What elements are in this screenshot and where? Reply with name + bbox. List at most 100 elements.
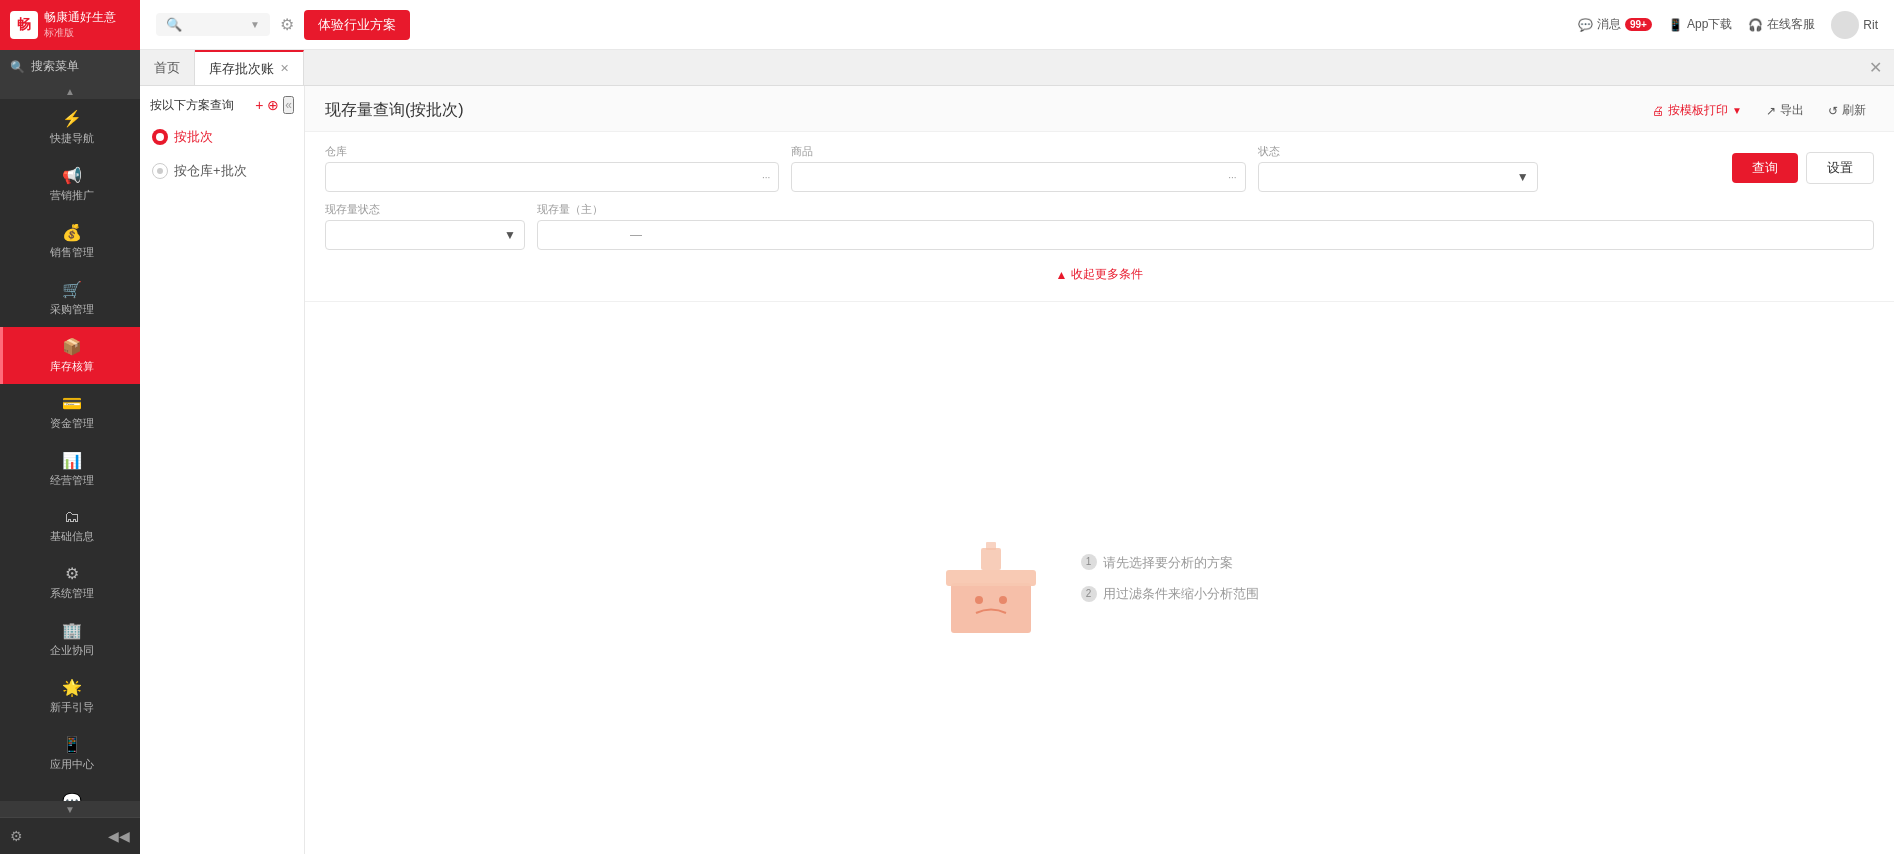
topbar-right: 💬 消息 99+ 📱 App下载 🎧 在线客服 Rit: [1578, 11, 1878, 39]
svg-rect-4: [981, 548, 1001, 570]
sidebar-item-quick-nav[interactable]: ⚡ 快捷导航: [0, 99, 140, 156]
stock-qty-range: —: [537, 220, 1874, 250]
sidebar-item-newguide[interactable]: 🌟 新手引导: [0, 668, 140, 725]
appcenter-icon: 📱: [62, 735, 82, 754]
user-name: Rit: [1863, 18, 1878, 32]
product-more-icon: ···: [1228, 172, 1236, 183]
product-input[interactable]: ···: [791, 162, 1245, 192]
scroll-down-button[interactable]: ▼: [0, 801, 140, 817]
sidebar-item-basic[interactable]: 🗂 基础信息: [0, 498, 140, 554]
collapse-sidebar-icon[interactable]: ◀◀: [108, 828, 130, 844]
message-label: 消息: [1597, 16, 1621, 33]
print-label: 按模板打印: [1668, 102, 1728, 119]
filter-row-2: 现存量状态 ▼ 现存量（主） —: [325, 202, 1874, 250]
basic-label: 基础信息: [50, 529, 94, 544]
tabbar: 首页 库存批次账 ✕ ✕: [140, 50, 1894, 86]
status-select[interactable]: ▼: [1258, 162, 1538, 192]
enterprise-label: 企业协同: [50, 643, 94, 658]
topbar-app-download[interactable]: 📱 App下载: [1668, 16, 1732, 33]
close-panel-button[interactable]: ✕: [1857, 58, 1894, 77]
quick-nav-icon: ⚡: [62, 109, 82, 128]
refresh-button[interactable]: ↺ 刷新: [1820, 98, 1874, 123]
svg-rect-0: [951, 583, 1031, 633]
right-panel: 现存量查询(按批次) 🖨 按模板打印 ▼ ↗ 导出 ↺ 刷新: [305, 86, 1894, 854]
empty-tip-2: 2 用过滤条件来缩小分析范围: [1081, 582, 1259, 605]
topbar-search-input[interactable]: [186, 18, 246, 32]
tab-home-label: 首页: [154, 59, 180, 77]
phone-icon: 📱: [1668, 18, 1683, 32]
topbar-user[interactable]: Rit: [1831, 11, 1878, 39]
search-menu-item[interactable]: 🔍 搜索菜单: [0, 50, 140, 83]
status-label: 状态: [1258, 144, 1712, 159]
plan-item-warehouse-batch[interactable]: 按仓库+批次: [140, 154, 304, 188]
tab-home[interactable]: 首页: [140, 50, 195, 85]
finance-label: 资金管理: [50, 416, 94, 431]
plan-item-batch[interactable]: 按批次: [140, 120, 304, 154]
purchase-label: 采购管理: [50, 302, 94, 317]
message-badge: 99+: [1625, 18, 1652, 31]
sidebar-item-enterprise[interactable]: 🏢 企业协同: [0, 611, 140, 668]
operations-label: 经营管理: [50, 473, 94, 488]
basic-icon: 🗂: [64, 508, 80, 526]
settings-icon[interactable]: ⚙: [10, 828, 23, 844]
sidebar-item-sales[interactable]: 💰 销售管理: [0, 213, 140, 270]
sidebar-item-finance[interactable]: 💳 资金管理: [0, 384, 140, 441]
left-panel: 按以下方案查询 + ⊕ « 按批次 按仓库+批次: [140, 86, 305, 854]
content-area: 按以下方案查询 + ⊕ « 按批次 按仓库+批次: [140, 86, 1894, 854]
message-icon: 💬: [1578, 18, 1593, 32]
main-content: 🔍 ▼ ⚙ 体验行业方案 💬 消息 99+ 📱 App下载 🎧 在线客服 Rit: [140, 0, 1894, 854]
svg-point-3: [999, 596, 1007, 604]
topbar-search-chevron: ▼: [250, 19, 260, 30]
topbar: 🔍 ▼ ⚙ 体验行业方案 💬 消息 99+ 📱 App下载 🎧 在线客服 Rit: [140, 0, 1894, 50]
topbar-online-service[interactable]: 🎧 在线客服: [1748, 16, 1815, 33]
topbar-messages[interactable]: 💬 消息 99+: [1578, 16, 1652, 33]
enterprise-icon: 🏢: [62, 621, 82, 640]
trial-button[interactable]: 体验行业方案: [304, 10, 410, 40]
plan-batch-label: 按批次: [174, 128, 213, 146]
stock-status-label: 现存量状态: [325, 202, 525, 217]
sidebar-item-appcenter[interactable]: 📱 应用中心: [0, 725, 140, 782]
collapse-panel-button[interactable]: «: [283, 96, 294, 114]
search-icon: 🔍: [10, 60, 25, 74]
topbar-search-box[interactable]: 🔍 ▼: [156, 13, 270, 36]
tab-close-icon[interactable]: ✕: [280, 62, 289, 75]
stock-status-select[interactable]: ▼: [325, 220, 525, 250]
tab-inventory-batch[interactable]: 库存批次账 ✕: [195, 50, 304, 85]
app-title: 畅康通好生意: [44, 10, 116, 26]
print-button[interactable]: 🖨 按模板打印 ▼: [1644, 98, 1750, 123]
stock-status-chevron: ▼: [504, 228, 516, 242]
sidebar-item-wechat[interactable]: 💬 企业微信: [0, 782, 140, 801]
settings-plan-button[interactable]: ⊕: [267, 97, 279, 113]
empty-tip-1: 1 请先选择要分析的方案: [1081, 551, 1259, 574]
filter-area: 仓库 ··· 商品 ··· 状态: [305, 132, 1894, 302]
app-logo: 畅: [10, 11, 38, 39]
query-button[interactable]: 查询: [1732, 153, 1798, 183]
sales-label: 销售管理: [50, 245, 94, 260]
svg-point-2: [975, 596, 983, 604]
sidebar-item-marketing[interactable]: 📢 营销推广: [0, 156, 140, 213]
add-plan-button[interactable]: +: [255, 97, 263, 113]
stock-qty-min-input[interactable]: [546, 228, 626, 242]
empty-state: 1 请先选择要分析的方案 2 用过滤条件来缩小分析范围: [305, 302, 1894, 854]
sidebar: 畅 畅康通好生意 标准版 🔍 搜索菜单 ▲ ⚡ 快捷导航 📢 营销推广 💰 销售…: [0, 0, 140, 854]
filter-settings-button[interactable]: 设置: [1806, 152, 1874, 184]
product-label: 商品: [791, 144, 1245, 159]
sidebar-item-operations[interactable]: 📊 经营管理: [0, 441, 140, 498]
sidebar-item-purchase[interactable]: 🛒 采购管理: [0, 270, 140, 327]
stock-qty-max-input[interactable]: [646, 228, 726, 242]
sidebar-item-system[interactable]: ⚙ 系统管理: [0, 554, 140, 611]
app-edition: 标准版: [44, 26, 116, 40]
app-info: 畅康通好生意 标准版: [44, 10, 116, 40]
topbar-gear-icon[interactable]: ⚙: [280, 15, 294, 34]
warehouse-input[interactable]: ···: [325, 162, 779, 192]
user-avatar: [1831, 11, 1859, 39]
inventory-label: 库存核算: [50, 359, 94, 374]
export-button[interactable]: ↗ 导出: [1758, 98, 1812, 123]
refresh-icon: ↺: [1828, 104, 1838, 118]
scroll-up-button[interactable]: ▲: [0, 83, 140, 99]
stock-qty-dash: —: [630, 228, 642, 242]
collapse-conditions-row[interactable]: ▲ 收起更多条件: [325, 260, 1874, 289]
sidebar-item-inventory[interactable]: 📦 库存核算: [0, 327, 140, 384]
sidebar-header: 畅 畅康通好生意 标准版: [0, 0, 140, 50]
sales-icon: 💰: [62, 223, 82, 242]
